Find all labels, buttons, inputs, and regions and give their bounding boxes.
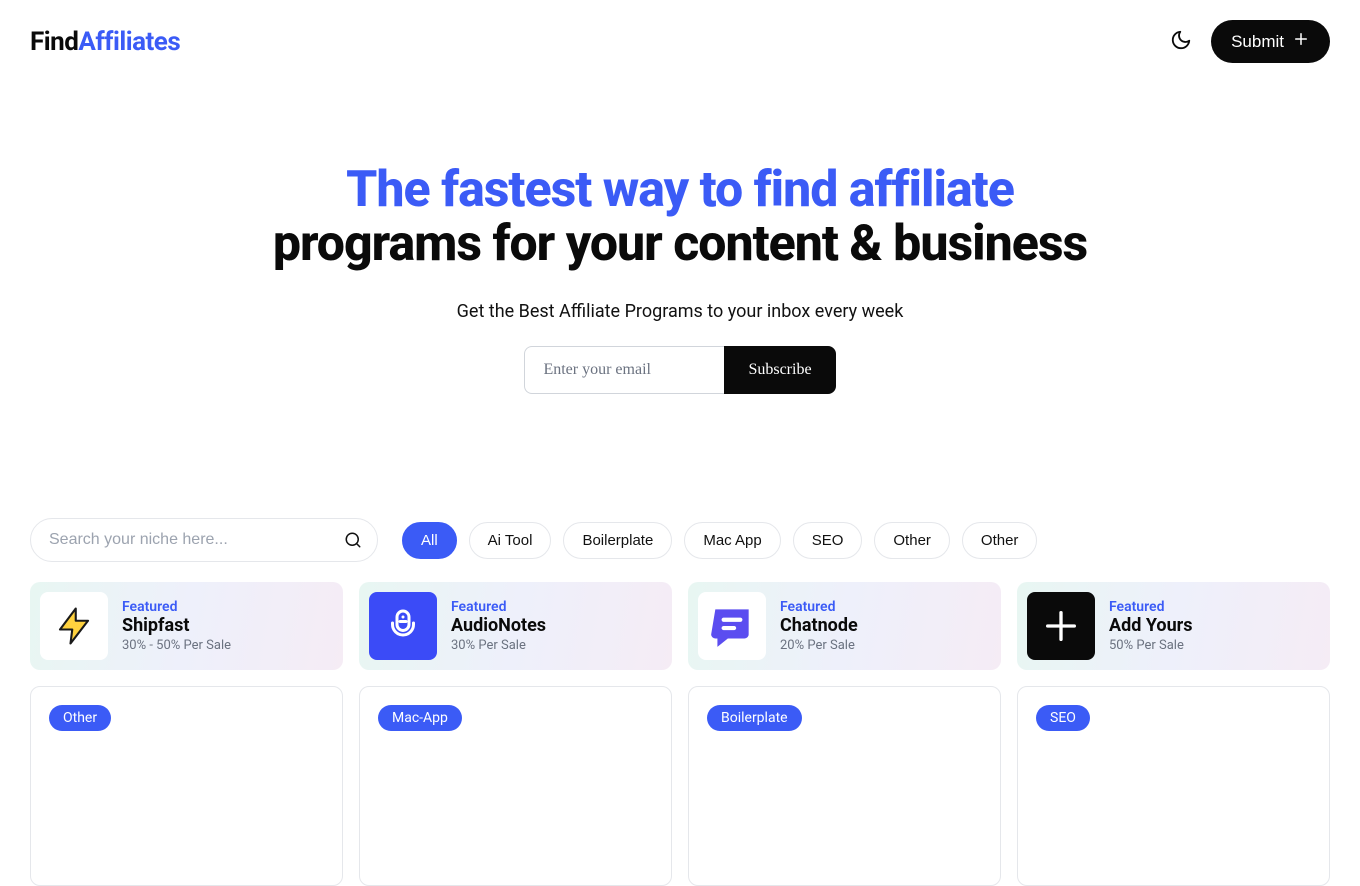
bolt-icon (40, 592, 108, 660)
hero-title-line2: programs for your content & business (30, 217, 1330, 271)
featured-badge: Featured (122, 599, 231, 615)
program-grid: Other Mac-App Boilerplate SEO (30, 686, 1330, 886)
program-card[interactable]: SEO (1017, 686, 1330, 886)
featured-name: Chatnode (780, 615, 858, 636)
featured-badge: Featured (1109, 599, 1193, 615)
featured-commission: 20% Per Sale (780, 638, 858, 653)
featured-name: Shipfast (122, 615, 231, 636)
category-badge: Boilerplate (707, 705, 802, 731)
program-card[interactable]: Mac-App (359, 686, 672, 886)
featured-card-audionotes[interactable]: FeaturedAudioNotes 30% Per Sale (359, 582, 672, 670)
category-badge: Mac-App (378, 705, 462, 731)
search-input[interactable] (30, 518, 378, 562)
category-badge: SEO (1036, 705, 1090, 731)
filter-chip-other-6[interactable]: Other (962, 522, 1038, 559)
hero-title-line1: The fastest way to find affiliate (30, 163, 1330, 217)
featured-card-chatnode[interactable]: FeaturedChatnode 20% Per Sale (688, 582, 1001, 670)
featured-card-text: FeaturedAudioNotes 30% Per Sale (451, 599, 546, 653)
header: FindAffiliates Submit (30, 0, 1330, 73)
email-input[interactable] (524, 346, 724, 394)
filter-chip-boilerplate-2[interactable]: Boilerplate (563, 522, 672, 559)
featured-badge: Featured (451, 599, 546, 615)
category-badge: Other (49, 705, 111, 731)
featured-commission: 30% - 50% Per Sale (122, 638, 231, 653)
filter-chip-ai-tool-1[interactable]: Ai Tool (469, 522, 552, 559)
logo-part-affiliates: Affiliates (78, 27, 180, 57)
toolbar: All Ai Tool Boilerplate Mac App SEO Other Othe… (30, 514, 1330, 582)
filter-chip-seo-4[interactable]: SEO (793, 522, 863, 559)
filter-row: All Ai Tool Boilerplate Mac App SEO Other Othe… (402, 522, 1037, 559)
featured-name: AudioNotes (451, 615, 546, 636)
featured-card-text: FeaturedShipfast 30% - 50% Per Sale (122, 599, 231, 653)
program-card[interactable]: Other (30, 686, 343, 886)
moon-icon (1170, 29, 1192, 55)
header-actions: Submit (1169, 20, 1330, 63)
chat-icon (698, 592, 766, 660)
submit-button[interactable]: Submit (1211, 20, 1330, 63)
featured-badge: Featured (780, 599, 858, 615)
hero-subtitle: Get the Best Affiliate Programs to your … (30, 301, 1330, 322)
filter-chip-all-0[interactable]: All (402, 522, 457, 559)
featured-commission: 30% Per Sale (451, 638, 546, 653)
subscribe-button[interactable]: Subscribe (724, 346, 835, 394)
logo-part-find: Find (30, 27, 78, 57)
theme-toggle[interactable] (1169, 30, 1193, 54)
search-wrap (30, 518, 378, 562)
featured-card-shipfast[interactable]: FeaturedShipfast 30% - 50% Per Sale (30, 582, 343, 670)
filter-chip-other-5[interactable]: Other (874, 522, 950, 559)
featured-row: FeaturedShipfast30% - 50% Per SaleFeatur… (30, 582, 1330, 670)
featured-card-text: FeaturedChatnode 20% Per Sale (780, 599, 858, 653)
featured-name: Add Yours (1109, 615, 1193, 636)
logo[interactable]: FindAffiliates (30, 27, 180, 57)
audio-icon (369, 592, 437, 660)
hero: The fastest way to find affiliate progra… (30, 73, 1330, 514)
subscribe-form: Subscribe (524, 346, 835, 394)
filter-chip-mac-app-3[interactable]: Mac App (684, 522, 780, 559)
featured-commission: 50% Per Sale (1109, 638, 1193, 653)
search-icon (344, 531, 362, 549)
program-card[interactable]: Boilerplate (688, 686, 1001, 886)
plus-icon (1027, 592, 1095, 660)
featured-card-add-yours[interactable]: FeaturedAdd Yours 50% Per Sale (1017, 582, 1330, 670)
plus-icon (1292, 30, 1310, 53)
featured-card-text: FeaturedAdd Yours 50% Per Sale (1109, 599, 1193, 653)
submit-button-label: Submit (1231, 32, 1284, 52)
hero-title: The fastest way to find affiliate progra… (30, 163, 1330, 271)
